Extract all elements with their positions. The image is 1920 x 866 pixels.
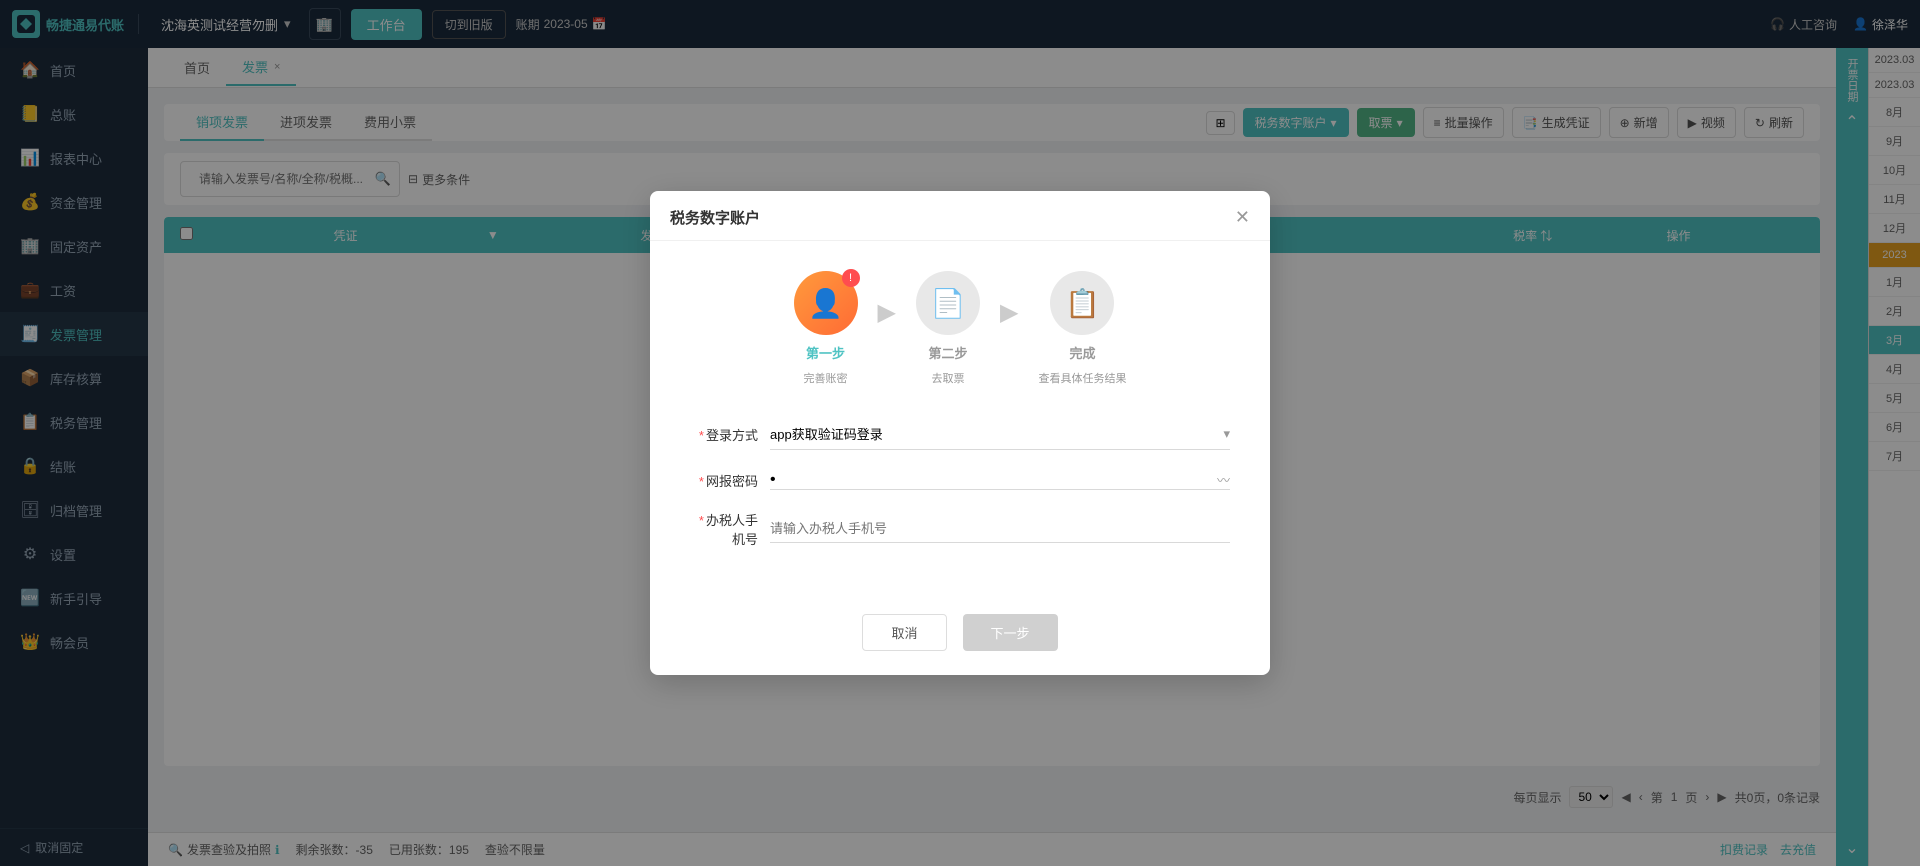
password-label: 网报密码 <box>690 471 770 490</box>
step1-badge: ! <box>842 269 860 287</box>
step-2: 📄 第二步 去取票 <box>916 271 980 386</box>
step1-label: 第一步 <box>806 343 845 362</box>
step3-icon: 📋 <box>1050 271 1114 335</box>
step3-clipboard-icon: 📋 <box>1065 287 1100 320</box>
login-method-value: app获取验证码登录 <box>770 424 883 443</box>
dialog-close-btn[interactable]: ✕ <box>1235 207 1250 228</box>
step-3: 📋 完成 查看具体任务结果 <box>1038 271 1126 386</box>
dialog-body: 👤 ! 第一步 完善账密 ▶ 📄 第二步 去取票 ▶ <box>650 241 1270 598</box>
tax-digital-dialog: 税务数字账户 ✕ 👤 ! 第一步 完善账密 ▶ <box>650 191 1270 675</box>
step-arrow-2: ▶ <box>1000 298 1018 359</box>
dialog-form: 登录方式 app获取验证码登录 ▾ 网报密码 〰 办税人手机号 <box>690 418 1230 548</box>
step-1: 👤 ! 第一步 完善账密 <box>794 271 858 386</box>
login-method-select[interactable]: app获取验证码登录 ▾ <box>770 418 1230 450</box>
form-row-password: 网报密码 〰 <box>690 470 1230 490</box>
step2-label: 第二步 <box>928 343 967 362</box>
step1-desc: 完善账密 <box>804 370 848 386</box>
cancel-button[interactable]: 取消 <box>862 614 946 651</box>
step2-document-icon: 📄 <box>931 287 966 320</box>
step3-desc: 查看具体任务结果 <box>1038 370 1126 386</box>
steps: 👤 ! 第一步 完善账密 ▶ 📄 第二步 去取票 ▶ <box>690 271 1230 386</box>
login-method-label: 登录方式 <box>690 425 770 444</box>
phone-field-wrapper <box>770 515 1230 543</box>
step1-person-icon: 👤 <box>808 287 843 320</box>
dialog-footer: 取消 下一步 <box>650 598 1270 675</box>
login-method-arrow: ▾ <box>1223 426 1230 442</box>
dialog-header: 税务数字账户 ✕ <box>650 191 1270 241</box>
step2-icon: 📄 <box>916 271 980 335</box>
form-row-login-method: 登录方式 app获取验证码登录 ▾ <box>690 418 1230 450</box>
step3-label: 完成 <box>1069 343 1095 362</box>
step-arrow-1: ▶ <box>878 298 896 359</box>
form-row-phone: 办税人手机号 <box>690 510 1230 548</box>
password-input[interactable] <box>770 471 1217 489</box>
step2-desc: 去取票 <box>932 370 965 386</box>
step1-icon: 👤 ! <box>794 271 858 335</box>
dialog-title: 税务数字账户 <box>670 207 760 228</box>
next-button[interactable]: 下一步 <box>963 614 1058 651</box>
phone-label: 办税人手机号 <box>690 510 770 548</box>
eye-icon[interactable]: 〰 <box>1217 470 1230 489</box>
overlay: 税务数字账户 ✕ 👤 ! 第一步 完善账密 ▶ <box>0 0 1920 866</box>
phone-input[interactable] <box>770 515 1230 542</box>
password-field-wrapper: 〰 <box>770 470 1230 490</box>
